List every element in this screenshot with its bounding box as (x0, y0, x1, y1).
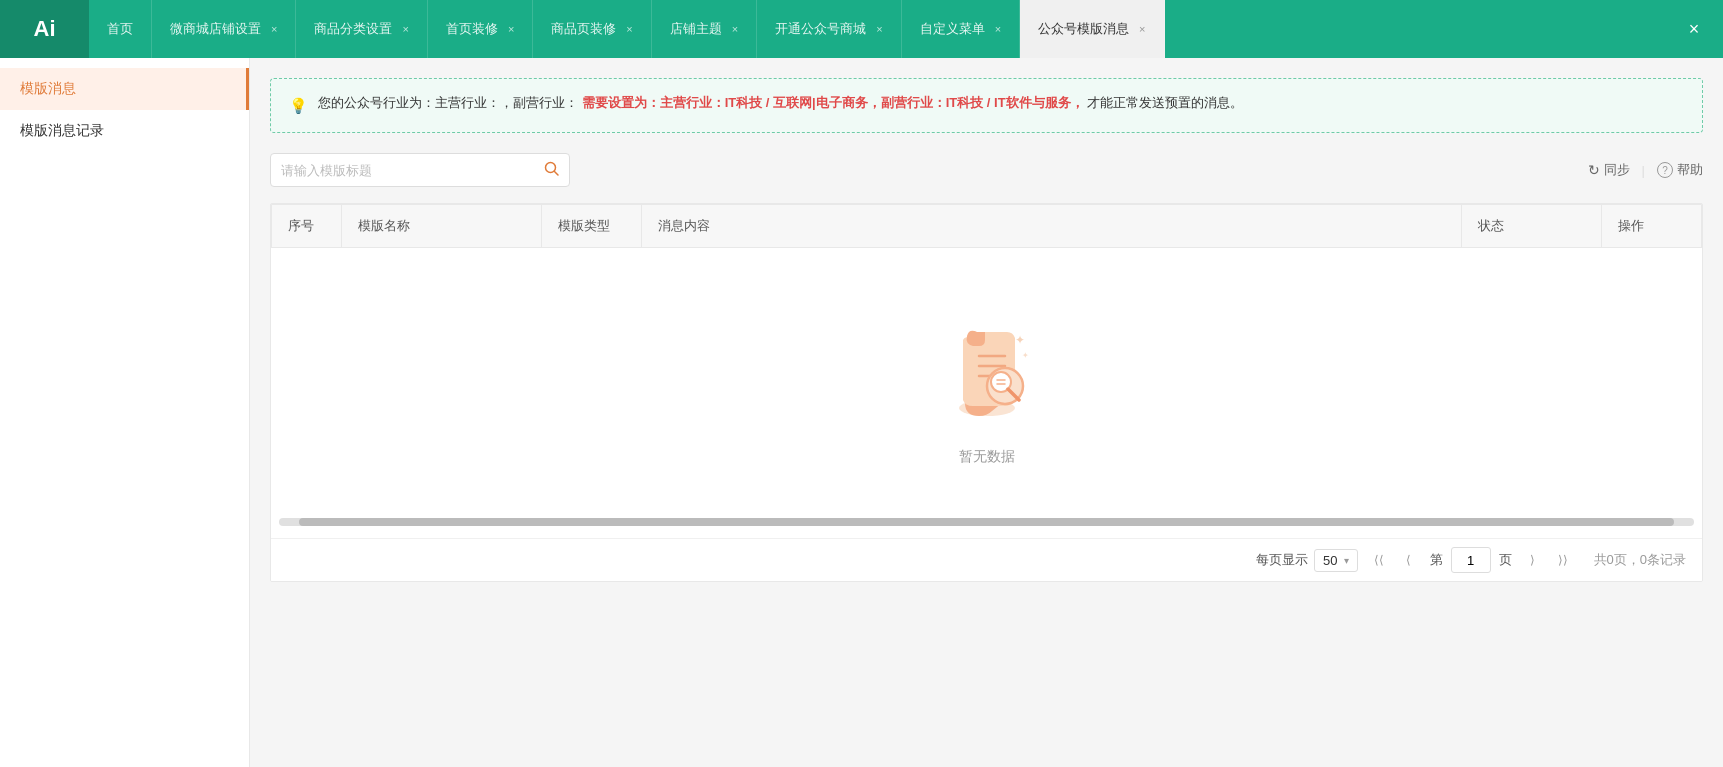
sync-label: 同步 (1604, 161, 1630, 179)
page-suffix: 页 (1499, 551, 1512, 569)
tab-wechat-mall-close[interactable]: × (876, 23, 882, 35)
tab-homepage-close[interactable]: × (508, 23, 514, 35)
col-header-status: 状态 (1462, 205, 1602, 248)
tab-template-msg-label: 公众号模版消息 (1038, 20, 1129, 38)
sidebar-item-template-msg-log-label: 模版消息记录 (20, 122, 104, 138)
tab-template-msg[interactable]: 公众号模版消息 × (1020, 0, 1164, 58)
table-container: 序号 模版名称 模版类型 消息内容 状态 操作 (270, 203, 1703, 582)
content-area: 💡 您的公众号行业为：主营行业：，副营行业： 需要设置为：主营行业：IT科技 /… (250, 58, 1723, 767)
help-label: 帮助 (1677, 161, 1703, 179)
scroll-thumb[interactable] (299, 518, 1674, 526)
tab-template-msg-close[interactable]: × (1139, 23, 1145, 35)
pagination: 每页显示 50 ▾ ⟨⟨ ⟨ 第 页 ⟩ ⟩⟩ 共0页，0条记录 (271, 538, 1702, 581)
tab-theme-close[interactable]: × (732, 23, 738, 35)
tab-weishop-close[interactable]: × (271, 23, 277, 35)
tab-weishop-label: 微商城店铺设置 (170, 20, 261, 38)
top-nav: Ai 首页 微商城店铺设置 × 商品分类设置 × 首页装修 × 商品页装修 × … (0, 0, 1723, 58)
notice-content: 您的公众号行业为：主营行业：，副营行业： 需要设置为：主营行业：IT科技 / 互… (318, 93, 1243, 114)
tab-home[interactable]: 首页 (89, 0, 152, 58)
tab-wechat-mall[interactable]: 开通公众号商城 × (757, 0, 901, 58)
page-size-dropdown[interactable]: 50 ▾ (1314, 549, 1357, 572)
horizontal-scrollbar[interactable] (271, 506, 1702, 538)
empty-state: ✦ ✦ 暂无数据 (271, 248, 1702, 506)
tab-homepage[interactable]: 首页装修 × (428, 0, 533, 58)
empty-illustration: ✦ ✦ (927, 308, 1047, 428)
total-info: 共0页，0条记录 (1594, 551, 1686, 569)
col-header-type: 模版类型 (542, 205, 642, 248)
empty-icon: ✦ ✦ (927, 308, 1047, 428)
chevron-down-icon: ▾ (1344, 555, 1349, 566)
last-page-button[interactable]: ⟩⟩ (1550, 547, 1576, 573)
tab-category-label: 商品分类设置 (314, 20, 392, 38)
notice-suffix: 才能正常发送预置的消息。 (1087, 95, 1243, 110)
tab-weishop[interactable]: 微商城店铺设置 × (152, 0, 296, 58)
sync-button[interactable]: ↻ 同步 (1588, 161, 1630, 179)
notice-highlight: 需要设置为：主营行业：IT科技 / 互联网|电子商务，副营行业：IT科技 / I… (582, 95, 1084, 110)
sidebar-item-template-msg-log[interactable]: 模版消息记录 (0, 110, 249, 152)
table-header-row: 序号 模版名称 模版类型 消息内容 状态 操作 (272, 205, 1702, 248)
search-input-wrap[interactable] (270, 153, 570, 187)
prev-page-button[interactable]: ⟨ (1396, 547, 1422, 573)
tab-home-label: 首页 (107, 20, 133, 38)
empty-text: 暂无数据 (959, 448, 1015, 466)
tab-theme[interactable]: 店铺主题 × (652, 0, 757, 58)
svg-text:✦: ✦ (1022, 351, 1029, 360)
tab-category[interactable]: 商品分类设置 × (296, 0, 427, 58)
first-page-button[interactable]: ⟨⟨ (1366, 547, 1392, 573)
page-size-value: 50 (1323, 553, 1337, 568)
search-icon (544, 161, 559, 176)
search-input[interactable] (281, 163, 544, 178)
svg-text:✦: ✦ (1015, 333, 1025, 347)
scroll-track (279, 518, 1694, 526)
svg-line-1 (555, 172, 559, 176)
tab-custom-menu[interactable]: 自定义菜单 × (902, 0, 1020, 58)
notice-box: 💡 您的公众号行业为：主营行业：，副营行业： 需要设置为：主营行业：IT科技 /… (270, 78, 1703, 133)
help-button[interactable]: ? 帮助 (1657, 161, 1703, 179)
notice-prefix: 您的公众号行业为：主营行业：，副营行业： (318, 95, 578, 110)
tab-product-page-label: 商品页装修 (551, 20, 616, 38)
page-prefix: 第 (1430, 551, 1443, 569)
search-button[interactable] (544, 161, 559, 179)
page-nav: ⟨⟨ ⟨ 第 页 ⟩ ⟩⟩ (1366, 547, 1576, 573)
sidebar: 模版消息 模版消息记录 (0, 58, 250, 767)
sidebar-item-template-msg-label: 模版消息 (20, 80, 76, 96)
help-icon: ? (1657, 162, 1673, 178)
app-logo: Ai (0, 0, 89, 58)
nav-tabs: 首页 微商城店铺设置 × 商品分类设置 × 首页装修 × 商品页装修 × 店铺主… (89, 0, 1665, 58)
page-input[interactable] (1451, 547, 1491, 573)
col-header-content: 消息内容 (642, 205, 1462, 248)
data-table: 序号 模版名称 模版类型 消息内容 状态 操作 (271, 204, 1702, 248)
tab-product-page[interactable]: 商品页装修 × (533, 0, 651, 58)
col-header-action: 操作 (1602, 205, 1702, 248)
page-size-label: 每页显示 (1256, 551, 1308, 569)
sidebar-item-template-msg[interactable]: 模版消息 (0, 68, 249, 110)
next-page-button[interactable]: ⟩ (1520, 547, 1546, 573)
toolbar-right: ↻ 同步 | ? 帮助 (1588, 161, 1703, 179)
global-close-button[interactable]: × (1665, 0, 1723, 58)
col-header-name: 模版名称 (342, 205, 542, 248)
main-layout: 模版消息 模版消息记录 💡 您的公众号行业为：主营行业：，副营行业： 需要设置为… (0, 58, 1723, 767)
tab-homepage-label: 首页装修 (446, 20, 498, 38)
tab-theme-label: 店铺主题 (670, 20, 722, 38)
tab-category-close[interactable]: × (402, 23, 408, 35)
notice-icon: 💡 (289, 94, 308, 118)
table-scroll[interactable]: 序号 模版名称 模版类型 消息内容 状态 操作 (271, 204, 1702, 248)
tab-custom-menu-label: 自定义菜单 (920, 20, 985, 38)
toolbar-divider: | (1642, 163, 1645, 178)
col-header-index: 序号 (272, 205, 342, 248)
refresh-icon: ↻ (1588, 162, 1600, 178)
search-bar: ↻ 同步 | ? 帮助 (270, 153, 1703, 187)
tab-wechat-mall-label: 开通公众号商城 (775, 20, 866, 38)
tab-custom-menu-close[interactable]: × (995, 23, 1001, 35)
tab-product-page-close[interactable]: × (626, 23, 632, 35)
page-size-select: 每页显示 50 ▾ (1256, 549, 1357, 572)
